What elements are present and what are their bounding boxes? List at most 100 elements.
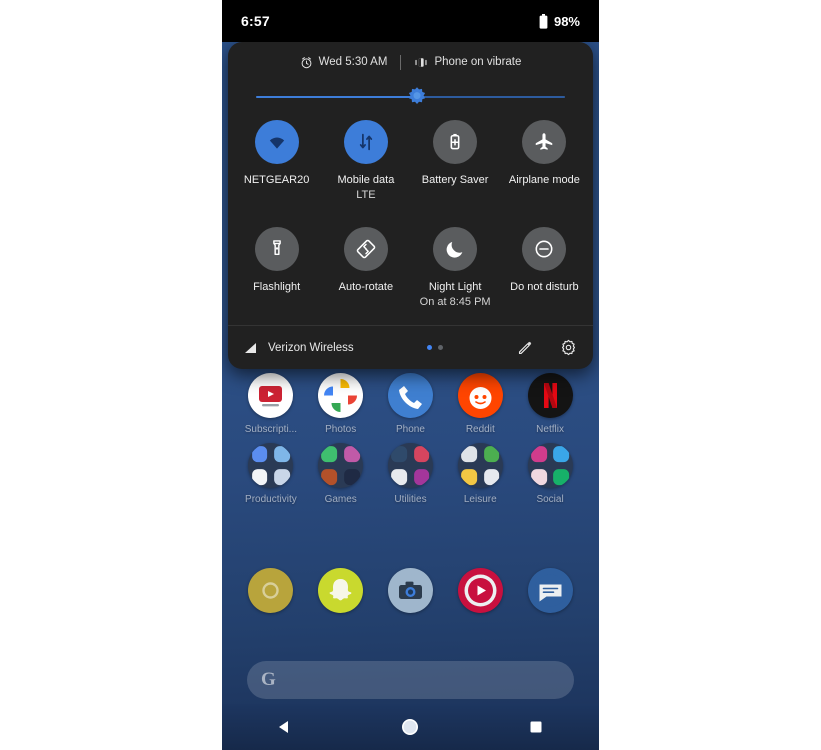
folder-app-thumb [530,446,547,463]
auto-rotate-icon [343,226,388,271]
app-snapchat[interactable] [310,568,372,613]
home-circle-icon[interactable] [387,704,433,750]
folder-app-thumb [483,468,500,485]
folder-preview-2 [550,443,573,466]
page-dot-1 [427,345,433,351]
app-camera[interactable] [379,568,441,613]
google-search-bar[interactable]: G [247,661,574,699]
quick-settings-tiles: NETGEAR20 Mobile data LTE Battery Saver Airp… [228,116,593,325]
app-photos[interactable]: Photos [310,373,372,435]
carrier-name: Verizon Wireless [268,341,354,354]
alarm-clock-icon [300,56,313,69]
folder-social[interactable]: Social [519,443,581,505]
slider-remaining [416,96,565,98]
folder-app-thumb [391,468,408,485]
wifi-icon [254,120,299,164]
folder-games[interactable]: Games [310,443,372,505]
airplane-icon [522,120,567,164]
qs-tile-label: Airplane mode [508,174,580,186]
moon-icon [433,226,478,271]
qs-tile-auto-rotate[interactable]: Auto-rotate [321,225,410,310]
app-label: Netflix [536,424,564,435]
vibrate-icon [414,56,428,69]
folder-utilities[interactable]: Utilities [379,443,441,505]
alarm-status[interactable]: Wed 5:30 AM [300,56,388,69]
app-label: Photos [325,424,357,435]
folder-preview-4 [410,466,433,489]
app-messages[interactable] [519,568,581,613]
gear-icon[interactable] [560,339,577,356]
folder-app-thumb [251,446,268,463]
app-subscripti[interactable]: Subscripti... [240,373,302,435]
folder-preview-3 [458,466,481,489]
ringer-status[interactable]: Phone on vibrate [414,56,521,69]
folder-app-thumb [553,446,570,463]
alarm-text: Wed 5:30 AM [318,56,388,68]
qs-tile-flashlight[interactable]: Flashlight [232,225,321,310]
qs-tile-night-light[interactable]: Night Light On at 8:45 PM [411,225,500,310]
folder-preview-2 [410,443,433,466]
page-dot-2 [438,345,444,351]
folder-app-thumb [461,446,477,463]
app-row: Subscripti... Photos Phone Reddit Netflix [222,373,599,435]
qs-tile-label: Flashlight [253,280,301,293]
folder-label: Productivity [245,494,297,505]
page-indicator-dots [427,345,444,351]
folder-label: Utilities [394,494,427,505]
folder-app-thumb [274,446,291,463]
folder-preview-3 [248,466,271,489]
brightness-thumb[interactable] [406,86,428,108]
folder-preview-1 [528,443,551,466]
folder-app-thumb [461,468,477,485]
app-phone[interactable]: Phone [379,373,441,435]
folder-app-thumb [344,468,360,485]
quick-settings-footer: Verizon Wireless [228,325,593,369]
recents-square-icon[interactable] [513,704,559,750]
dock-row [222,568,599,613]
folder-icon [387,443,433,489]
folder-row: Productivity Games Utilities Leisure Social [222,443,599,505]
brightness-slider[interactable] [256,84,565,110]
qs-tile-label: NETGEAR20 [243,174,310,186]
screenshot-root: Subscripti... Photos Phone Reddit Netflix Pr… [0,0,821,750]
app-netflix[interactable]: Netflix [519,373,581,435]
folder-leisure[interactable]: Leisure [449,443,511,505]
header-divider [400,54,402,70]
qs-tile-netgear20[interactable]: NETGEAR20 [232,118,321,203]
tile-row-1: NETGEAR20 Mobile data LTE Battery Saver Airp… [232,118,589,203]
folder-app-thumb [553,468,570,485]
folder-label: Social [536,494,564,505]
folder-app-thumb [321,446,338,463]
folder-icon [457,443,503,489]
folder-preview-4 [271,466,294,489]
chrome-icon [248,568,294,613]
app-youtube-music[interactable] [449,568,511,613]
youtube-subscriptions-icon [248,373,294,418]
google-g-icon: G [261,669,276,690]
navigation-bar [222,704,599,750]
status-bar: 6:57 98% [222,0,599,42]
status-clock: 6:57 [241,13,270,29]
qs-tile-do-not-disturb[interactable]: Do not disturb [500,225,589,310]
folder-app-thumb [530,468,547,485]
youtube-music-icon [457,568,503,613]
folder-preview-1 [458,443,481,466]
folder-preview-2 [341,443,364,466]
qs-tile-mobile-data[interactable]: Mobile data LTE [321,118,410,203]
folder-app-thumb [251,468,268,485]
pencil-edit-icon[interactable] [517,339,534,356]
back-triangle-icon[interactable] [262,704,308,750]
app-chrome[interactable] [240,568,302,613]
folder-app-thumb [483,446,500,463]
signal-bars-icon [244,342,258,354]
phone-screen: Subscripti... Photos Phone Reddit Netflix Pr… [222,0,599,750]
qs-tile-label: Do not disturb [510,280,579,293]
qs-tile-airplane-mode[interactable]: Airplane mode [500,118,589,203]
netflix-icon [527,373,573,418]
app-reddit[interactable]: Reddit [449,373,511,435]
folder-productivity[interactable]: Productivity [240,443,302,505]
folder-preview-4 [341,466,364,489]
qs-tile-battery-saver[interactable]: Battery Saver [411,118,500,203]
folder-preview-1 [318,443,341,466]
phone-dialer-icon [387,373,433,418]
